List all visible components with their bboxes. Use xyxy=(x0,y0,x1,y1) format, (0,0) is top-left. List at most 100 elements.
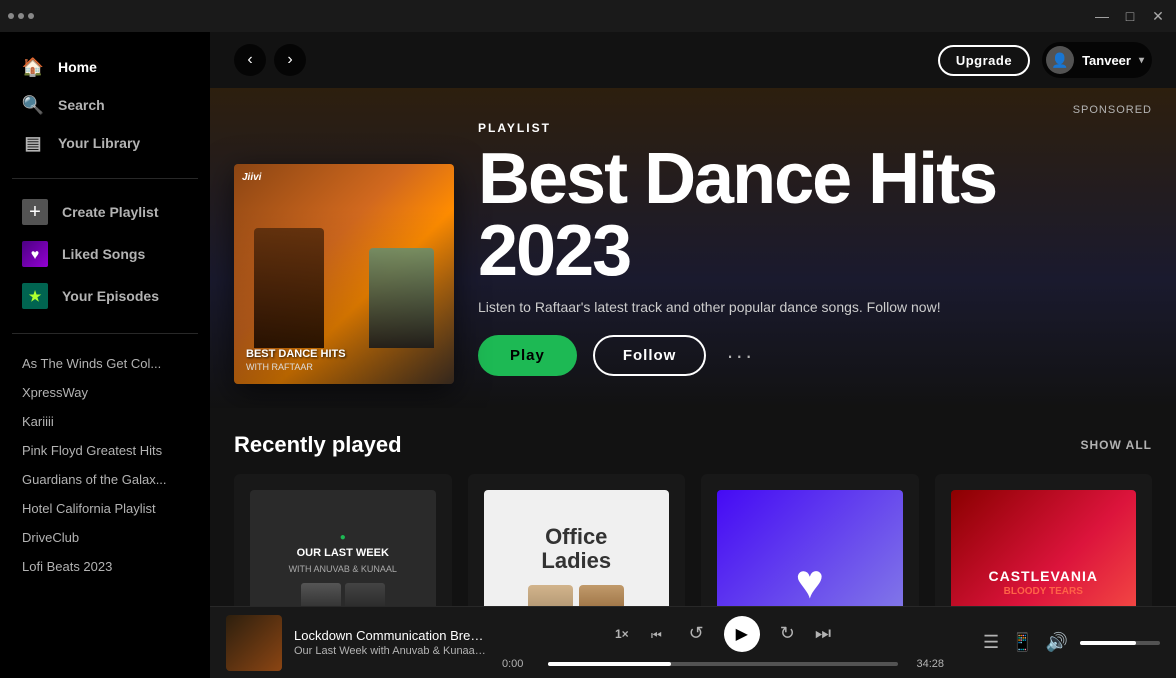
forward-icon: ↻ xyxy=(780,623,795,644)
top-bar-right: Upgrade 👤 Tanveer ▾ xyxy=(938,42,1152,78)
home-icon: 🏠 xyxy=(22,56,44,78)
devices-icon: 📱 xyxy=(1011,632,1033,653)
card-our-last-week[interactable]: ● OUR LAST WEEK WITH ANUVAB & KUNAAL Ou xyxy=(234,474,452,606)
sponsored-label: SPONSORED xyxy=(1073,104,1152,116)
podcast-art-inner: ● OUR LAST WEEK WITH ANUVAB & KUNAAL xyxy=(250,490,436,606)
playlist-item[interactable]: Lofi Beats 2023 xyxy=(12,553,198,580)
volume-icon: 🔊 xyxy=(1046,632,1068,653)
svg-text:⏮: ⏮ xyxy=(651,628,662,642)
maximize-button[interactable]: □ xyxy=(1120,6,1140,26)
library-icon: ▤ xyxy=(22,132,44,154)
progress-bar[interactable] xyxy=(548,662,898,666)
your-episodes-item[interactable]: ★ Your Episodes xyxy=(12,275,198,317)
recently-played-section: Recently played Show all ● OUR LAST WEEK… xyxy=(210,408,1176,606)
track-info: Lockdown Communication Breakdow... Our L… xyxy=(294,628,486,657)
scrollable-content: SPONSORED Jiivi BEST DANCE HITS WITH RAF… xyxy=(210,88,1176,606)
spotify-logo-icon: ● xyxy=(340,532,346,543)
now-playing-right: ☰ 📱 🔊 xyxy=(960,632,1160,653)
skip-forward-button[interactable]: ↻ xyxy=(780,623,795,644)
volume-button[interactable]: 🔊 xyxy=(1046,632,1068,653)
sidebar-item-search[interactable]: 🔍 Search xyxy=(12,86,198,124)
queue-icon: ☰ xyxy=(983,632,999,653)
follow-button[interactable]: Follow xyxy=(593,335,707,376)
volume-fill xyxy=(1080,641,1136,645)
castlevania-subtitle: BLOODY TEARS xyxy=(988,586,1098,597)
sidebar-item-label: Search xyxy=(58,97,105,113)
title-bar-dots xyxy=(8,13,34,19)
office-art-title: Office xyxy=(545,525,607,549)
close-button[interactable]: ✕ xyxy=(1148,6,1168,26)
volume-bar[interactable] xyxy=(1080,641,1160,645)
card-liked-songs[interactable]: ♥ Liked Songs Playlist xyxy=(701,474,919,606)
hero-info: PLAYLIST Best Dance Hits 2023 Listen to … xyxy=(478,121,1152,384)
your-episodes-label: Your Episodes xyxy=(62,288,159,304)
progress-row: 0:00 34:28 xyxy=(502,658,944,670)
hero-actions: Play Follow ··· xyxy=(478,335,1152,376)
content-area: ‹ › Upgrade 👤 Tanveer ▾ SPONSORED Jiivi xyxy=(210,32,1176,678)
card-castlevania[interactable]: CASTLEVANIA BLOODY TEARS Castlevania: Bl… xyxy=(935,474,1153,606)
card-art: ♥ xyxy=(717,490,903,606)
user-menu-button[interactable]: 👤 Tanveer ▾ xyxy=(1042,42,1152,78)
nav-buttons: ‹ › xyxy=(234,44,306,76)
main-layout: 🏠 Home 🔍 Search ▤ Your Library + Create … xyxy=(0,32,1176,678)
speed-button[interactable]: 1× xyxy=(615,627,629,641)
rewind-icon: ↺ xyxy=(689,623,704,644)
queue-button[interactable]: ☰ xyxy=(983,632,999,653)
hero-art-subtitle: WITH RAFTAAR xyxy=(246,362,346,372)
sidebar-item-library[interactable]: ▤ Your Library xyxy=(12,124,198,162)
rewind-button[interactable]: ⏮ xyxy=(649,624,669,644)
liked-songs-item[interactable]: ♥ Liked Songs xyxy=(12,233,198,275)
skip-back-button[interactable]: ↺ xyxy=(689,623,704,644)
now-playing-center: 1× ⏮ ↺ ▶ ↻ ⏭ xyxy=(502,616,944,670)
pause-icon: ▶ xyxy=(736,624,748,644)
title-bar: — □ ✕ xyxy=(0,0,1176,32)
podcast-art-subtitle: WITH ANUVAB & KUNAAL xyxy=(289,564,397,575)
forward-button[interactable]: › xyxy=(274,44,306,76)
card-art: ● OUR LAST WEEK WITH ANUVAB & KUNAAL xyxy=(250,490,436,606)
sidebar-divider xyxy=(12,178,198,179)
sidebar-nav: 🏠 Home 🔍 Search ▤ Your Library xyxy=(0,32,210,170)
playlist-item[interactable]: Kariiii xyxy=(12,408,198,435)
track-art xyxy=(226,615,282,671)
title-bar-dot xyxy=(28,13,34,19)
sidebar-item-label: Your Library xyxy=(58,135,140,151)
playlist-item[interactable]: Guardians of the Galax... xyxy=(12,466,198,493)
section-title: Recently played xyxy=(234,432,402,458)
podcast-art-title: OUR LAST WEEK xyxy=(297,547,389,560)
hero-type: PLAYLIST xyxy=(478,121,1152,135)
liked-songs-icon: ♥ xyxy=(22,241,48,267)
card-art: Office Ladies xyxy=(484,490,670,606)
card-office-ladies[interactable]: Office Ladies Office Ladies Podcast xyxy=(468,474,686,606)
playlist-item[interactable]: Pink Floyd Greatest Hits xyxy=(12,437,198,464)
now-playing-left: Lockdown Communication Breakdow... Our L… xyxy=(226,615,486,671)
title-bar-dot xyxy=(18,13,24,19)
create-playlist-item[interactable]: + Create Playlist xyxy=(12,191,198,233)
play-pause-button[interactable]: ▶ xyxy=(724,616,760,652)
more-options-button[interactable]: ··· xyxy=(722,338,758,374)
heart-icon: ♥ xyxy=(796,555,825,606)
current-time: 0:00 xyxy=(502,658,538,670)
playlist-item[interactable]: DriveClub xyxy=(12,524,198,551)
sidebar-item-home[interactable]: 🏠 Home xyxy=(12,48,198,86)
next-button[interactable]: ⏭ xyxy=(815,623,831,644)
castlevania-title: CASTLEVANIA xyxy=(988,568,1098,584)
create-playlist-icon: + xyxy=(22,199,48,225)
upgrade-button[interactable]: Upgrade xyxy=(938,45,1030,76)
progress-fill xyxy=(548,662,671,666)
sidebar: 🏠 Home 🔍 Search ▤ Your Library + Create … xyxy=(0,32,210,678)
playlist-item[interactable]: XpressWay xyxy=(12,379,198,406)
playlist-item[interactable]: As The Winds Get Col... xyxy=(12,350,198,377)
sidebar-item-label: Home xyxy=(58,59,97,75)
section-header: Recently played Show all xyxy=(234,432,1152,458)
track-name: Lockdown Communication Breakdow... xyxy=(294,628,486,643)
back-button[interactable]: ‹ xyxy=(234,44,266,76)
episodes-icon: ★ xyxy=(22,283,48,309)
create-playlist-label: Create Playlist xyxy=(62,204,159,220)
devices-button[interactable]: 📱 xyxy=(1011,632,1033,653)
play-button[interactable]: Play xyxy=(478,335,577,376)
minimize-button[interactable]: — xyxy=(1092,6,1112,26)
playlist-item[interactable]: Hotel California Playlist xyxy=(12,495,198,522)
user-avatar: 👤 xyxy=(1046,46,1074,74)
show-all-button[interactable]: Show all xyxy=(1080,438,1152,452)
title-bar-dot xyxy=(8,13,14,19)
